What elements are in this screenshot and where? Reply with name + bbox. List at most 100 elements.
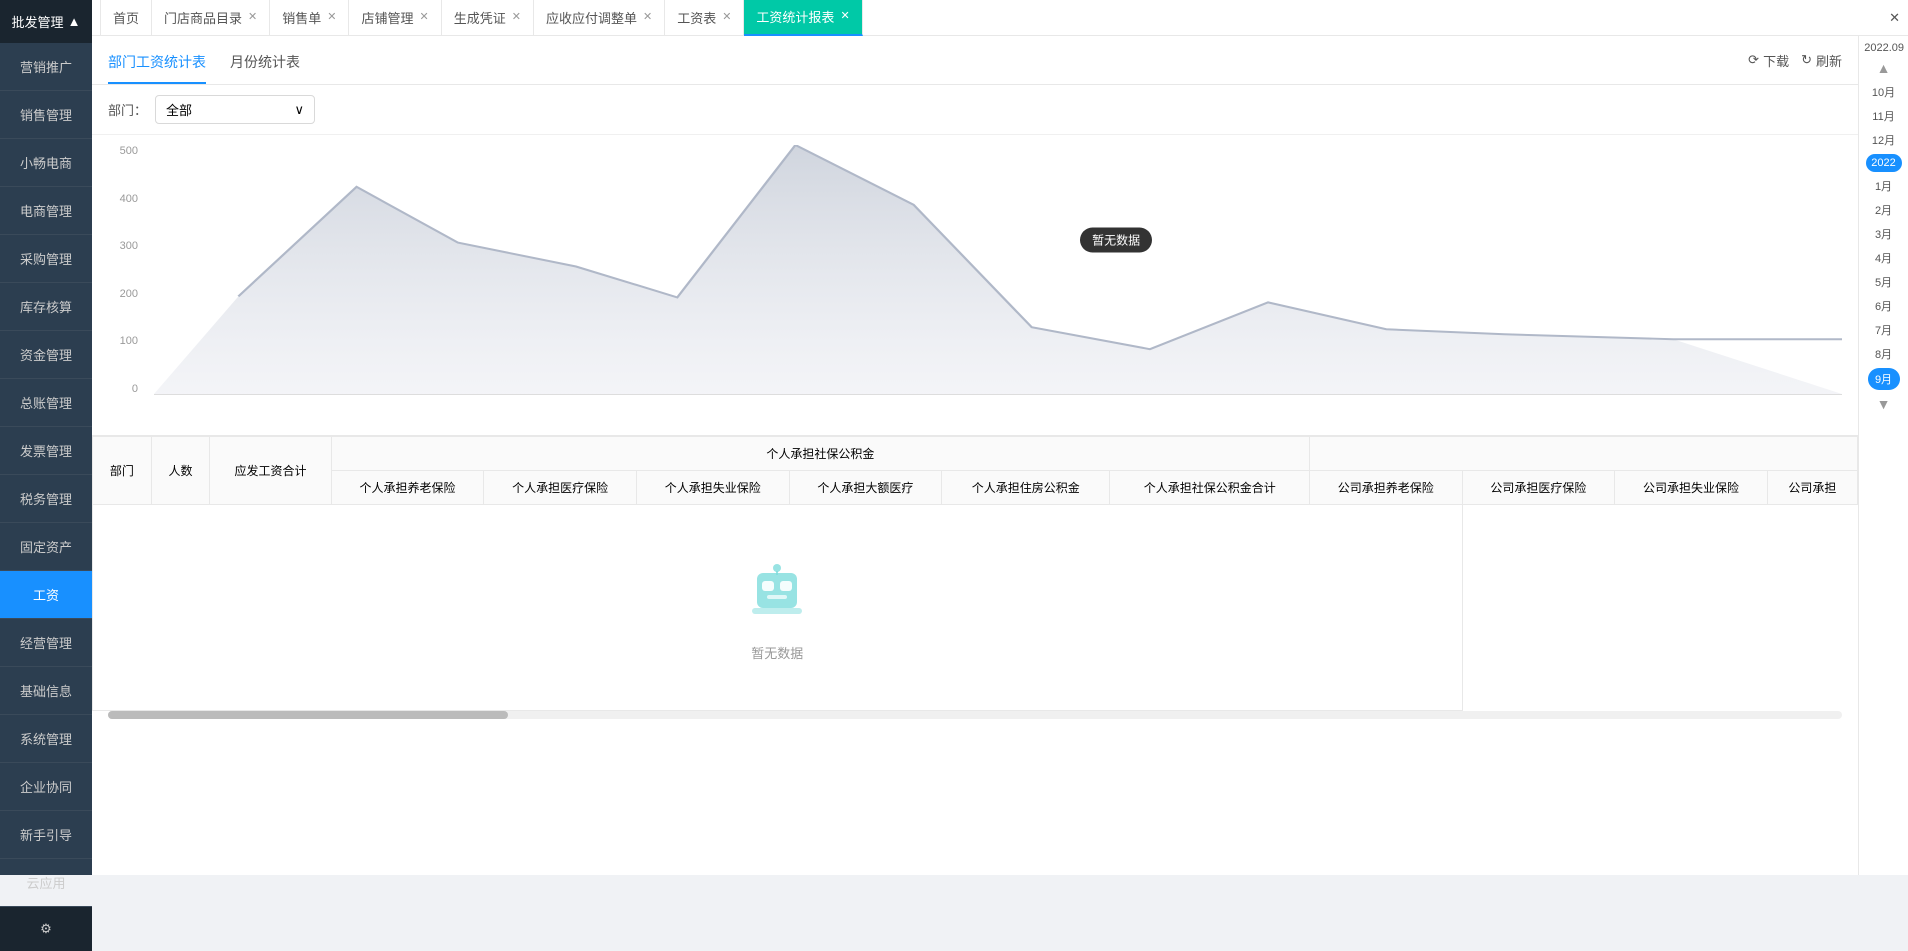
main-area: 首页 门店商品目录 ✕ 销售单 ✕ 店铺管理 ✕ 生成凭证 ✕ 应收应付调整单 … <box>92 0 1908 875</box>
no-data-icon <box>143 553 1412 633</box>
tab-ar-ap-adjust[interactable]: 应收应付调整单 ✕ <box>534 0 665 36</box>
tab-bar: 首页 门店商品目录 ✕ 销售单 ✕ 店铺管理 ✕ 生成凭证 ✕ 应收应付调整单 … <box>92 0 1908 36</box>
main-panel: 部门工资统计表 月份统计表 ⟳ 下载 ↻ 刷新 <box>92 36 1858 875</box>
sidebar-header[interactable]: 批发管理 ▲ <box>0 0 92 43</box>
refresh-icon: ↻ <box>1801 52 1812 68</box>
tab-store-catalog[interactable]: 门店商品目录 ✕ <box>152 0 270 36</box>
sidebar-item-operations[interactable]: 经营管理 <box>0 619 92 667</box>
timeline-month-1[interactable]: 1月 <box>1859 174 1908 198</box>
no-data-text: 暂无数据 <box>143 643 1412 662</box>
download-icon: ⟳ <box>1748 52 1759 68</box>
timeline-month-8[interactable]: 8月 <box>1859 342 1908 366</box>
filter-toolbar: 部门： 全部 ∨ <box>92 85 1858 135</box>
dept-label: 部门： <box>108 100 147 119</box>
sidebar-item-ecommerce[interactable]: 电商管理 <box>0 187 92 235</box>
data-table: 部门 人数 应发工资合计 个人承担社保公积金 个人承担养老保险 个人承担医疗保险… <box>92 436 1858 711</box>
download-button[interactable]: ⟳ 下载 <box>1748 51 1789 70</box>
sidebar-item-payroll[interactable]: 工资 <box>0 571 92 619</box>
sidebar-item-newbie[interactable]: 新手引导 <box>0 811 92 859</box>
timeline-month-2[interactable]: 2月 <box>1859 198 1908 222</box>
th-personal-housing: 个人承担住房公积金 <box>942 471 1110 505</box>
refresh-button[interactable]: ↻ 刷新 <box>1801 51 1842 70</box>
chevron-down-icon: ∨ <box>295 102 305 118</box>
sidebar-item-ecommerce-small[interactable]: 小畅电商 <box>0 139 92 187</box>
tab-bar-end: ✕ <box>1889 10 1900 26</box>
chart-no-data: 暂无数据 <box>1080 227 1152 252</box>
tab-store-manage[interactable]: 店铺管理 ✕ <box>349 0 441 36</box>
chart-y-axis: 500 400 300 200 100 0 <box>108 145 138 395</box>
sidebar-item-inventory[interactable]: 库存核算 <box>0 283 92 331</box>
timeline-month-7[interactable]: 7月 <box>1859 318 1908 342</box>
tab-generate-voucher[interactable]: 生成凭证 ✕ <box>442 0 534 36</box>
no-data-cell: 暂无数据 <box>93 505 1463 711</box>
th-company-unemployment: 公司承担失业保险 <box>1615 471 1768 505</box>
chart-container: 500 400 300 200 100 0 <box>92 135 1858 435</box>
tab-sales-order[interactable]: 销售单 ✕ <box>270 0 349 36</box>
data-table-container: 部门 人数 应发工资合计 个人承担社保公积金 个人承担养老保险 个人承担医疗保险… <box>92 435 1858 875</box>
th-personal-unemployment: 个人承担失业保险 <box>636 471 789 505</box>
sidebar: 批发管理 ▲ 营销推广 销售管理 小畅电商 电商管理 采购管理 库存核算 资金管… <box>0 0 92 875</box>
th-personal-pension: 个人承担养老保险 <box>331 471 484 505</box>
tab-home[interactable]: 首页 <box>100 0 152 36</box>
tab-close-sales-order[interactable]: ✕ <box>327 12 336 23</box>
sidebar-item-basic-info[interactable]: 基础信息 <box>0 667 92 715</box>
th-dept: 部门 <box>93 437 152 505</box>
timeline-nav-up[interactable]: ▲ <box>1859 56 1908 80</box>
timeline-month-9[interactable]: 9月 <box>1868 368 1900 390</box>
sidebar-item-collab[interactable]: 企业协同 <box>0 763 92 811</box>
tab-close-payroll-sheet[interactable]: ✕ <box>722 12 731 23</box>
timeline-month-5[interactable]: 5月 <box>1859 270 1908 294</box>
content-area: 部门工资统计表 月份统计表 ⟳ 下载 ↻ 刷新 <box>92 36 1908 875</box>
timeline-year-label: 2022.09 <box>1859 40 1908 56</box>
subtab-month-stat[interactable]: 月份统计表 <box>230 46 300 84</box>
tab-close-ar-ap-adjust[interactable]: ✕ <box>643 12 652 23</box>
timeline-month-3[interactable]: 3月 <box>1859 222 1908 246</box>
th-company-other: 公司承担 <box>1767 471 1857 505</box>
sidebar-item-sales[interactable]: 销售管理 <box>0 91 92 139</box>
tab-payroll-sheet[interactable]: 工资表 ✕ <box>665 0 744 36</box>
sidebar-item-cloud[interactable]: 云应用 <box>0 859 92 907</box>
th-personal-large-medical: 个人承担大额医疗 <box>789 471 942 505</box>
timeline-month-6[interactable]: 6月 <box>1859 294 1908 318</box>
timeline-month-12[interactable]: 12月 <box>1859 128 1908 152</box>
horizontal-scrollbar[interactable] <box>108 711 1842 719</box>
scrollbar-thumb[interactable] <box>108 711 508 719</box>
th-count: 人数 <box>151 437 210 505</box>
sidebar-title: 批发管理 <box>12 12 64 31</box>
chart-area: 暂无数据 <box>154 145 1842 395</box>
subtab-dept-stat[interactable]: 部门工资统计表 <box>108 46 206 84</box>
dept-select[interactable]: 全部 ∨ <box>155 95 315 124</box>
sidebar-item-invoice[interactable]: 发票管理 <box>0 427 92 475</box>
no-data-area: 暂无数据 <box>103 513 1452 702</box>
th-company-pension: 公司承担养老保险 <box>1310 471 1463 505</box>
sidebar-item-marketing[interactable]: 营销推广 <box>0 43 92 91</box>
tab-close-payroll-report[interactable]: ✕ <box>840 11 849 22</box>
th-total-wage: 应发工资合计 <box>210 437 331 505</box>
filter-left: 部门： 全部 ∨ <box>108 95 315 124</box>
sidebar-item-assets[interactable]: 固定资产 <box>0 523 92 571</box>
timeline-month-10[interactable]: 10月 <box>1859 80 1908 104</box>
timeline-month-4[interactable]: 4月 <box>1859 246 1908 270</box>
sidebar-item-ledger[interactable]: 总账管理 <box>0 379 92 427</box>
sidebar-item-tax[interactable]: 税务管理 <box>0 475 92 523</box>
sidebar-item-system[interactable]: 系统管理 <box>0 715 92 763</box>
close-all-tabs[interactable]: ✕ <box>1889 10 1900 26</box>
sidebar-settings[interactable]: ⚙ <box>0 907 92 951</box>
tab-close-store-manage[interactable]: ✕ <box>420 12 429 23</box>
right-timeline-panel: 2022.09 ▲ 10月 11月 12月 2022 1月 2月 3月 <box>1858 36 1908 875</box>
sidebar-collapse-icon: ▲ <box>68 14 81 29</box>
th-company-medical: 公司承担医疗保险 <box>1462 471 1615 505</box>
th-company-insurance <box>1310 437 1858 471</box>
sidebar-item-finance[interactable]: 资金管理 <box>0 331 92 379</box>
tab-payroll-report[interactable]: 工资统计报表 ✕ <box>744 0 862 36</box>
timeline-nav-down[interactable]: ▼ <box>1859 392 1908 416</box>
th-personal-total: 个人承担社保公积金合计 <box>1110 471 1310 505</box>
timeline-month-11[interactable]: 11月 <box>1859 104 1908 128</box>
tab-close-generate-voucher[interactable]: ✕ <box>512 12 521 23</box>
tab-close-store-catalog[interactable]: ✕ <box>248 12 257 23</box>
th-personal-insurance: 个人承担社保公积金 <box>331 437 1309 471</box>
sidebar-item-purchase[interactable]: 采购管理 <box>0 235 92 283</box>
timeline-year-2022[interactable]: 2022 <box>1866 154 1902 172</box>
th-personal-medical: 个人承担医疗保险 <box>484 471 637 505</box>
sub-tab-bar: 部门工资统计表 月份统计表 ⟳ 下载 ↻ 刷新 <box>92 36 1858 85</box>
